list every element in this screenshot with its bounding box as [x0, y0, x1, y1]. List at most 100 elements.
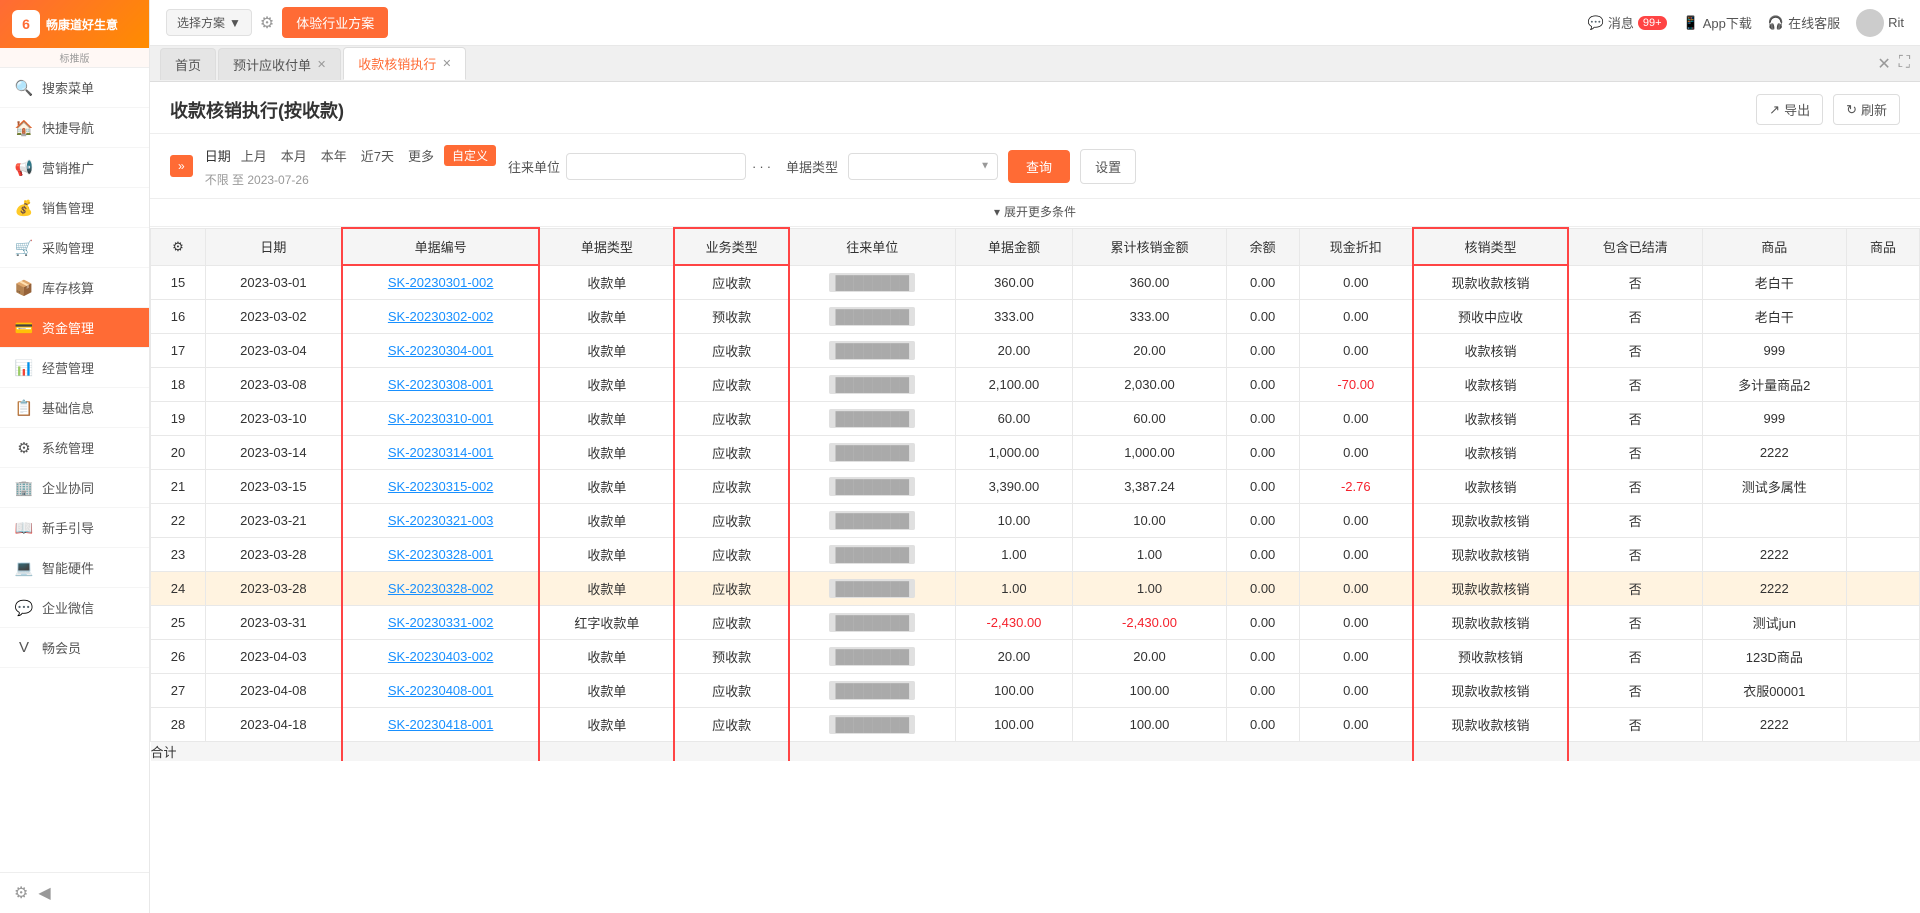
- doc-no-link[interactable]: SK-20230321-003: [388, 513, 494, 528]
- refresh-btn[interactable]: ↻ 刷新: [1833, 94, 1900, 125]
- doc-no-link[interactable]: SK-20230304-001: [388, 343, 494, 358]
- date-this-year[interactable]: 本年: [317, 144, 351, 167]
- partner-more-btn[interactable]: ···: [752, 159, 774, 174]
- doc-no-link[interactable]: SK-20230308-001: [388, 377, 494, 392]
- shortcut-icon: 🏠: [14, 119, 34, 137]
- cell-date: 2023-04-03: [205, 640, 341, 674]
- app-download-item[interactable]: 📱 App下载: [1683, 13, 1752, 32]
- doc-no-link[interactable]: SK-20230315-002: [388, 479, 494, 494]
- operation-icon: 📊: [14, 359, 34, 377]
- cell-doc-type: 收款单: [539, 640, 674, 674]
- sidebar-item-inventory[interactable]: 📦库存核算: [0, 268, 149, 308]
- user-avatar: [1856, 9, 1884, 37]
- cell-no: 23: [151, 538, 206, 572]
- sidebar-item-label: 采购管理: [42, 238, 94, 257]
- maximize-icon[interactable]: ⛶: [1899, 54, 1910, 74]
- gear-icon[interactable]: ⚙: [260, 13, 274, 33]
- sidebar-item-sales[interactable]: 💰销售管理: [0, 188, 149, 228]
- filter-expand-btn[interactable]: »: [170, 155, 193, 177]
- table-row: 24 2023-03-28 SK-20230328-002 收款单 应收款 ██…: [151, 572, 1920, 606]
- date-this-month[interactable]: 本月: [277, 144, 311, 167]
- tab-prereceive[interactable]: 预计应收付单 ✕: [218, 48, 341, 80]
- hardware-icon: 💻: [14, 559, 34, 577]
- plan-selector[interactable]: 选择方案 ▼: [166, 9, 252, 36]
- sidebar-item-marketing[interactable]: 📢营销推广: [0, 148, 149, 188]
- cell-product: 2222: [1702, 538, 1846, 572]
- doc-no-link[interactable]: SK-20230331-002: [388, 615, 494, 630]
- sidebar-item-purchase[interactable]: 🛒采购管理: [0, 228, 149, 268]
- date-7days[interactable]: 近7天: [357, 144, 398, 167]
- cell-amount: 10.00: [955, 504, 1073, 538]
- partner-input[interactable]: [566, 153, 746, 180]
- cell-biz-type: 应收款: [674, 402, 789, 436]
- cell-product2: [1847, 402, 1920, 436]
- tab-collection[interactable]: 收款核销执行 ✕: [343, 47, 466, 80]
- sidebar-item-wechat[interactable]: 💬企业微信: [0, 588, 149, 628]
- cell-product2: [1847, 606, 1920, 640]
- col-gear[interactable]: ⚙: [151, 228, 206, 265]
- doc-no-link[interactable]: SK-20230310-001: [388, 411, 494, 426]
- sidebar-item-hardware[interactable]: 💻 智能硬件: [0, 548, 149, 588]
- sidebar-item-system[interactable]: ⚙系统管理: [0, 428, 149, 468]
- sidebar-item-search[interactable]: 🔍搜索菜单: [0, 68, 149, 108]
- table-container[interactable]: ⚙ 日期 单据编号 单据类型 业务类型 往来单位 单据金额 累计核销金额 余额 …: [150, 227, 1920, 913]
- messages-item[interactable]: 💬 消息 99+: [1588, 13, 1667, 32]
- doc-no-link[interactable]: SK-20230314-001: [388, 445, 494, 460]
- type-select[interactable]: [848, 153, 998, 180]
- table-row: 22 2023-03-21 SK-20230321-003 收款单 应收款 ██…: [151, 504, 1920, 538]
- export-btn[interactable]: ↗ 导出: [1756, 94, 1823, 125]
- cell-include-settled: 否: [1568, 674, 1702, 708]
- footer-product: [1702, 742, 1846, 762]
- doc-no-link[interactable]: SK-20230328-002: [388, 581, 494, 596]
- doc-no-link[interactable]: SK-20230301-002: [388, 275, 494, 290]
- cell-product: 老白干: [1702, 265, 1846, 300]
- col-product: 商品: [1702, 228, 1846, 265]
- cell-total-verified: 100.00: [1073, 708, 1226, 742]
- settings-icon[interactable]: ⚙: [14, 883, 28, 903]
- doc-no-link[interactable]: SK-20230302-002: [388, 309, 494, 324]
- sidebar-item-finance[interactable]: 💳资金管理: [0, 308, 149, 348]
- doc-no-link[interactable]: SK-20230328-001: [388, 547, 494, 562]
- date-last-month[interactable]: 上月: [237, 144, 271, 167]
- cell-partner: ████████: [789, 334, 955, 368]
- industry-btn[interactable]: 体验行业方案: [282, 7, 388, 38]
- sidebar-item-shortcut[interactable]: 🏠快捷导航: [0, 108, 149, 148]
- cell-no: 21: [151, 470, 206, 504]
- doc-no-link[interactable]: SK-20230418-001: [388, 717, 494, 732]
- tab-home[interactable]: 首页: [160, 48, 216, 80]
- cell-verify-type: 收款核销: [1413, 436, 1568, 470]
- sidebar-item-operation[interactable]: 📊经营管理: [0, 348, 149, 388]
- doc-no-link[interactable]: SK-20230403-002: [388, 649, 494, 664]
- sidebar-item-corp[interactable]: 🏢企业协同: [0, 468, 149, 508]
- service-icon: 🎧: [1768, 15, 1784, 31]
- col-doc-type: 单据类型: [539, 228, 674, 265]
- cell-amount: 1.00: [955, 538, 1073, 572]
- data-table: ⚙ 日期 单据编号 单据类型 业务类型 往来单位 单据金额 累计核销金额 余额 …: [150, 227, 1920, 761]
- service-item[interactable]: 🎧 在线客服: [1768, 13, 1840, 32]
- sidebar-item-basic[interactable]: 📋基础信息: [0, 388, 149, 428]
- query-btn[interactable]: 查询: [1008, 150, 1070, 183]
- cell-date: 2023-03-01: [205, 265, 341, 300]
- filter-settings-btn[interactable]: 设置: [1080, 149, 1136, 184]
- col-amount: 单据金额: [955, 228, 1073, 265]
- date-custom[interactable]: 自定义: [444, 145, 496, 166]
- date-more[interactable]: 更多: [404, 144, 438, 167]
- close-window-icon[interactable]: ✕: [1877, 54, 1890, 74]
- export-icon: ↗: [1769, 102, 1780, 118]
- sidebar-item-label: 智能硬件: [42, 558, 94, 577]
- cell-product: 多计量商品2: [1702, 368, 1846, 402]
- tab-prereceive-close[interactable]: ✕: [317, 58, 326, 71]
- sidebar-item-guide[interactable]: 📖新手引导: [0, 508, 149, 548]
- cell-include-settled: 否: [1568, 538, 1702, 572]
- sidebar-item-member[interactable]: V畅会员: [0, 628, 149, 668]
- cell-doc-no: SK-20230308-001: [342, 368, 540, 402]
- tab-collection-close[interactable]: ✕: [442, 57, 451, 70]
- expand-conditions-btn[interactable]: ▾ 展开更多条件: [994, 203, 1076, 220]
- collapse-icon[interactable]: ◀: [38, 883, 50, 903]
- doc-no-link[interactable]: SK-20230408-001: [388, 683, 494, 698]
- table-row: 16 2023-03-02 SK-20230302-002 收款单 预收款 ██…: [151, 300, 1920, 334]
- sales-icon: 💰: [14, 199, 34, 217]
- sidebar-item-label: 搜索菜单: [42, 78, 94, 97]
- user-item[interactable]: Rit: [1856, 9, 1904, 37]
- col-verify-type: 核销类型: [1413, 228, 1568, 265]
